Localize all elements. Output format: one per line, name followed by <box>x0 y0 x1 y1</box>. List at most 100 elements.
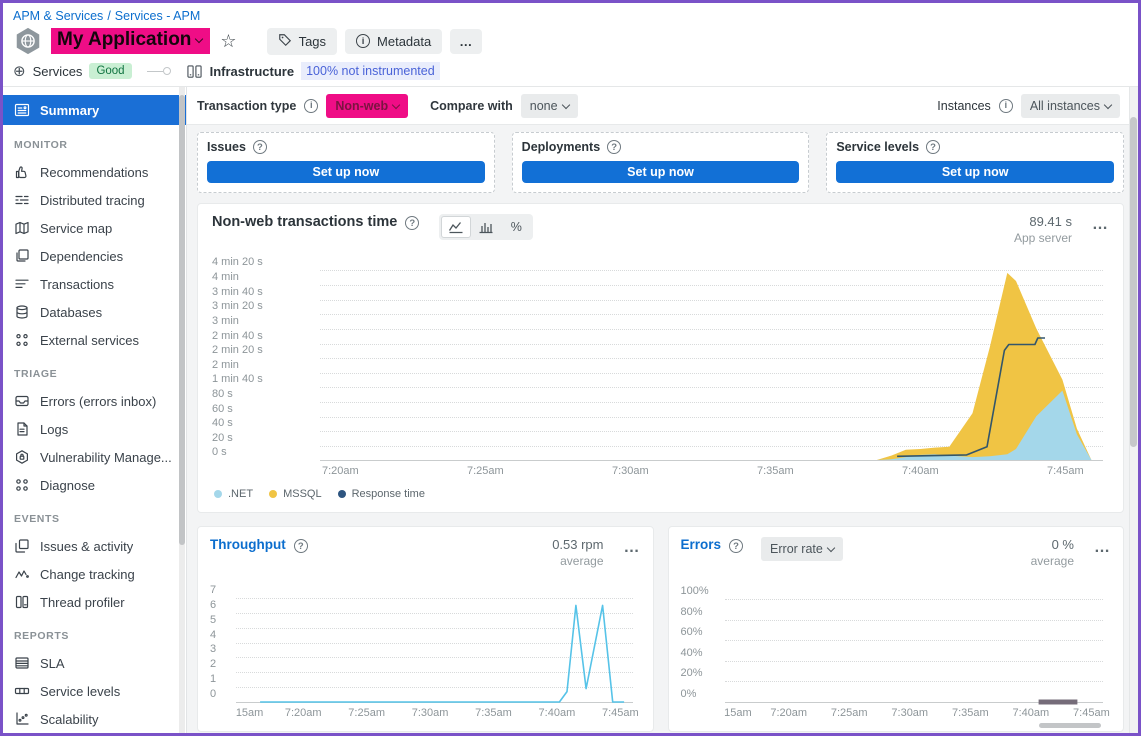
sidebar-item-summary[interactable]: Summary <box>3 95 186 125</box>
y-axis-label: 2 min 20 s <box>212 344 263 357</box>
setup-card-row: Issues? Set up now Deployments? Set up now S… <box>197 132 1125 193</box>
infrastructure-status-badge[interactable]: 100% not instrumented <box>301 62 440 80</box>
chart-title: Non-web transactions time <box>212 214 398 230</box>
chevron-down-icon <box>391 100 401 109</box>
info-icon: i <box>356 34 371 48</box>
compare-with-dropdown[interactable]: none <box>520 93 578 118</box>
breadcrumb-separator: / <box>107 9 111 23</box>
sidebar-item-vulnerability-manage[interactable]: Vulnerability Manage... <box>3 443 186 471</box>
y-axis-label: 3 min <box>212 314 239 327</box>
sidebar-item-diagnose[interactable]: Diagnose <box>3 471 186 499</box>
services-status-badge[interactable]: Good <box>89 63 132 79</box>
help-icon[interactable]: ? <box>607 140 622 154</box>
sidebar-item-label: Change tracking <box>40 566 135 582</box>
x-axis-label: 7:20am <box>284 706 322 719</box>
sidebar-item-dependencies[interactable]: Dependencies <box>3 242 186 270</box>
x-axis-label: 7:35am <box>756 465 794 478</box>
compare-with-label: Compare with <box>430 98 513 113</box>
sidebar-item-sla[interactable]: SLA <box>3 649 186 677</box>
x-axis-label: 7:40am <box>901 465 939 478</box>
application-title-dropdown[interactable]: My Application <box>51 28 211 54</box>
tags-button[interactable]: Tags <box>266 27 338 55</box>
sidebar: Summary MONITOR Recommendations Distributed… <box>3 87 187 733</box>
breadcrumb-link-services-apm[interactable]: Services - APM <box>115 9 200 23</box>
chart-help-icon[interactable]: ? <box>405 216 420 230</box>
sidebar-item-change-tracking[interactable]: Change tracking <box>3 560 186 588</box>
breadcrumb-link-apm-services[interactable]: APM & Services <box>13 9 103 23</box>
x-axis-label: 7:25am <box>466 465 504 478</box>
throughput-title-link[interactable]: Throughput <box>210 537 286 552</box>
sidebar-item-label: External services <box>40 332 139 348</box>
main-chart-plot: 0 s 20 s 40 s 60 s 80 s1 min 40 s2 min 2 min … <box>212 256 1103 477</box>
issues-activity-icon <box>14 538 30 554</box>
x-axis-label: 7:20am <box>770 706 808 719</box>
throughput-value-sub: average <box>560 554 604 569</box>
sidebar-section-title-monitor: MONITOR <box>14 139 68 151</box>
transaction-type-info-icon[interactable]: i <box>304 98 319 113</box>
sidebar-item-label: Vulnerability Manage... <box>40 449 172 465</box>
sidebar-item-thread-profiler[interactable]: Thread profiler <box>3 588 186 616</box>
throughput-help-icon[interactable]: ? <box>293 539 308 554</box>
y-axis-label: 3 <box>210 643 217 656</box>
sidebar-item-scalability[interactable]: Scalability <box>3 705 186 733</box>
sidebar-item-external-services[interactable]: External services <box>3 326 186 354</box>
chevron-down-icon <box>195 34 204 44</box>
errors-kebab-menu[interactable]: … <box>1094 539 1111 557</box>
x-axis-label: 7:35am <box>475 706 512 719</box>
throughput-kebab-menu[interactable]: … <box>624 539 641 557</box>
error-rate-dropdown[interactable]: Error rate <box>761 537 843 562</box>
favorite-star-icon[interactable]: ☆ <box>220 32 236 50</box>
sidebar-item-label: Transactions <box>40 276 114 292</box>
percent-chart-type-button[interactable]: % <box>501 216 531 238</box>
bar-chart-type-button[interactable] <box>471 216 501 238</box>
sidebar-item-label: Distributed tracing <box>40 192 145 208</box>
sidebar-item-recommendations[interactable]: Recommendations <box>3 158 186 186</box>
sidebar-item-databases[interactable]: Databases <box>3 298 186 326</box>
content-scrollbar-thumb[interactable] <box>1130 117 1137 447</box>
services-label: Services <box>32 63 83 79</box>
sidebar-item-label: SLA <box>40 655 65 671</box>
sidebar-item-distributed-tracing[interactable]: Distributed tracing <box>3 186 186 214</box>
sidebar-item-service-levels[interactable]: Service levels <box>3 677 186 705</box>
errors-help-icon[interactable]: ? <box>729 539 744 554</box>
y-axis-label: 4 min <box>212 271 239 284</box>
chevron-down-icon <box>561 100 570 109</box>
transaction-type-value: Non-web <box>335 98 389 113</box>
transaction-type-dropdown[interactable]: Non-web <box>326 93 409 118</box>
sidebar-item-transactions[interactable]: Transactions <box>3 270 186 298</box>
line-chart-type-button[interactable] <box>441 216 472 238</box>
legend-item-response-time[interactable]: Response time <box>337 488 425 501</box>
vulnerability-icon <box>14 449 30 465</box>
diagnose-icon <box>14 477 30 493</box>
legend-dot <box>269 490 278 499</box>
instances-dropdown[interactable]: All instances <box>1020 93 1120 118</box>
set-up-now-button-issues[interactable]: Set up now <box>207 161 485 183</box>
chart-kebab-menu[interactable]: … <box>1092 216 1109 234</box>
y-axis-label: 60% <box>680 626 703 639</box>
setup-card-title: Service levels <box>836 140 920 154</box>
errors-title-link[interactable]: Errors <box>681 537 722 552</box>
legend-item-mssql[interactable]: MSSQL <box>269 488 322 500</box>
set-up-now-button-deployments[interactable]: Set up now <box>521 161 800 183</box>
sidebar-item-logs[interactable]: Logs <box>3 415 186 443</box>
metadata-button[interactable]: i Metadata <box>345 28 443 54</box>
set-up-now-button-service-levels[interactable]: Set up now <box>836 161 1115 183</box>
sidebar-item-issues-activity[interactable]: Issues & activity <box>3 532 186 560</box>
legend-label: Response time <box>351 488 425 501</box>
help-icon[interactable]: ? <box>926 140 941 154</box>
sidebar-item-errors-errors-inbox[interactable]: Errors (errors inbox) <box>3 387 186 415</box>
status-row: ⊕ Services Good Infrastructure 100% not … <box>13 62 1128 80</box>
sidebar-item-label: Dependencies <box>40 248 124 264</box>
help-icon[interactable]: ? <box>252 140 267 154</box>
y-axis-label: 20% <box>680 667 703 680</box>
horizontal-scrollbar-thumb[interactable] <box>1039 723 1101 729</box>
sidebar-scrollbar-thumb[interactable] <box>179 95 185 545</box>
instances-info-icon[interactable]: i <box>998 98 1013 113</box>
y-axis-label: 6 <box>210 598 217 611</box>
header-more-button[interactable]: … <box>450 28 483 54</box>
title-row: My Application ☆ Tags i Metadata … <box>13 26 1128 56</box>
y-axis-label: 2 min 40 s <box>212 329 263 342</box>
sidebar-item-service-map[interactable]: Service map <box>3 214 186 242</box>
legend-item-net[interactable]: .NET <box>214 488 253 500</box>
error-rate-value: Error rate <box>770 542 823 557</box>
